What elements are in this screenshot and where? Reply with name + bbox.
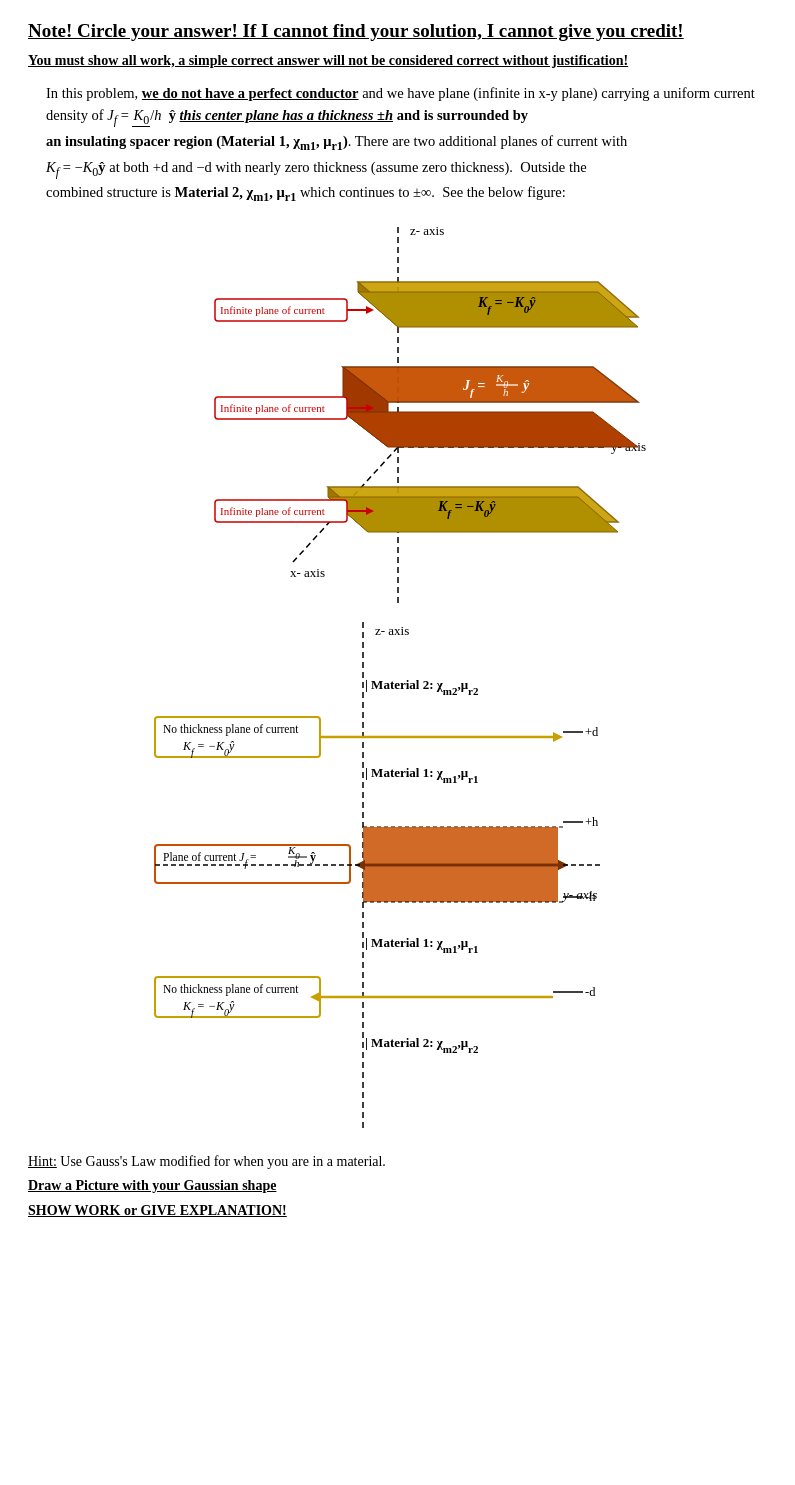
svg-marker-8 (366, 306, 374, 314)
draw-line: Draw a Picture with your Gaussian shape (28, 1175, 767, 1197)
jf-mid-yhat: ŷ (521, 378, 530, 393)
minus-h-label: -h (585, 890, 596, 904)
tag-mid: Infinite plane of current (220, 402, 325, 414)
main-title: Note! Circle your answer! If I cannot fi… (28, 18, 767, 44)
box-top-line1: No thickness plane of current (163, 723, 299, 736)
tag-bot: Infinite plane of current (220, 505, 325, 517)
show-label: SHOW WORK or GIVE EXPLANATION! (28, 1203, 287, 1218)
hint-section: Hint: Use Gauss's Law modified for when … (28, 1151, 767, 1222)
hint-label: Hint: (28, 1154, 57, 1169)
figure-3d: z- axis y- axis x- axis Kf = −K0ŷ Infini… (28, 217, 767, 607)
xaxis-label: x- axis (290, 565, 325, 580)
svg-marker-25 (553, 732, 563, 742)
mat2-bot-label: | Material 2: χm2,μr2 (365, 1035, 479, 1055)
svg-marker-11 (343, 412, 638, 447)
subtitle: You must show all work, a simple correct… (28, 52, 767, 70)
mat1-lower-label: | Material 1: χm1,μr1 (365, 935, 479, 955)
hint-text: Use Gauss's Law modified for when you ar… (57, 1154, 386, 1169)
hint-line: Hint: Use Gauss's Law modified for when … (28, 1151, 767, 1173)
minus-d-label: -d (585, 985, 596, 999)
mat2-top-label: | Material 2: χm2,μr2 (365, 677, 479, 697)
intro-text: In this problem, we do not have a perfec… (28, 82, 767, 207)
plus-h-label: +h (585, 815, 599, 829)
figure-2d: z- axis y- axis | Material 2: χm2,μr2 No… (28, 617, 767, 1137)
jf-mid-denom: h (503, 386, 509, 398)
mat1-upper-label: | Material 1: χm1,μr1 (365, 765, 479, 785)
show-line: SHOW WORK or GIVE EXPLANATION! (28, 1200, 767, 1222)
svg-marker-9 (343, 367, 638, 402)
zaxis-label: z- axis (410, 223, 444, 238)
draw-label: Draw a Picture with your Gaussian shape (28, 1178, 276, 1193)
box-bot-line1: No thickness plane of current (163, 983, 299, 996)
plus-d-label: +d (585, 725, 599, 739)
jf-den: h (294, 857, 300, 869)
diagram-zaxis: z- axis (375, 623, 409, 638)
tag-top: Infinite plane of current (220, 304, 325, 316)
jf-yhat: ŷ (310, 850, 316, 864)
